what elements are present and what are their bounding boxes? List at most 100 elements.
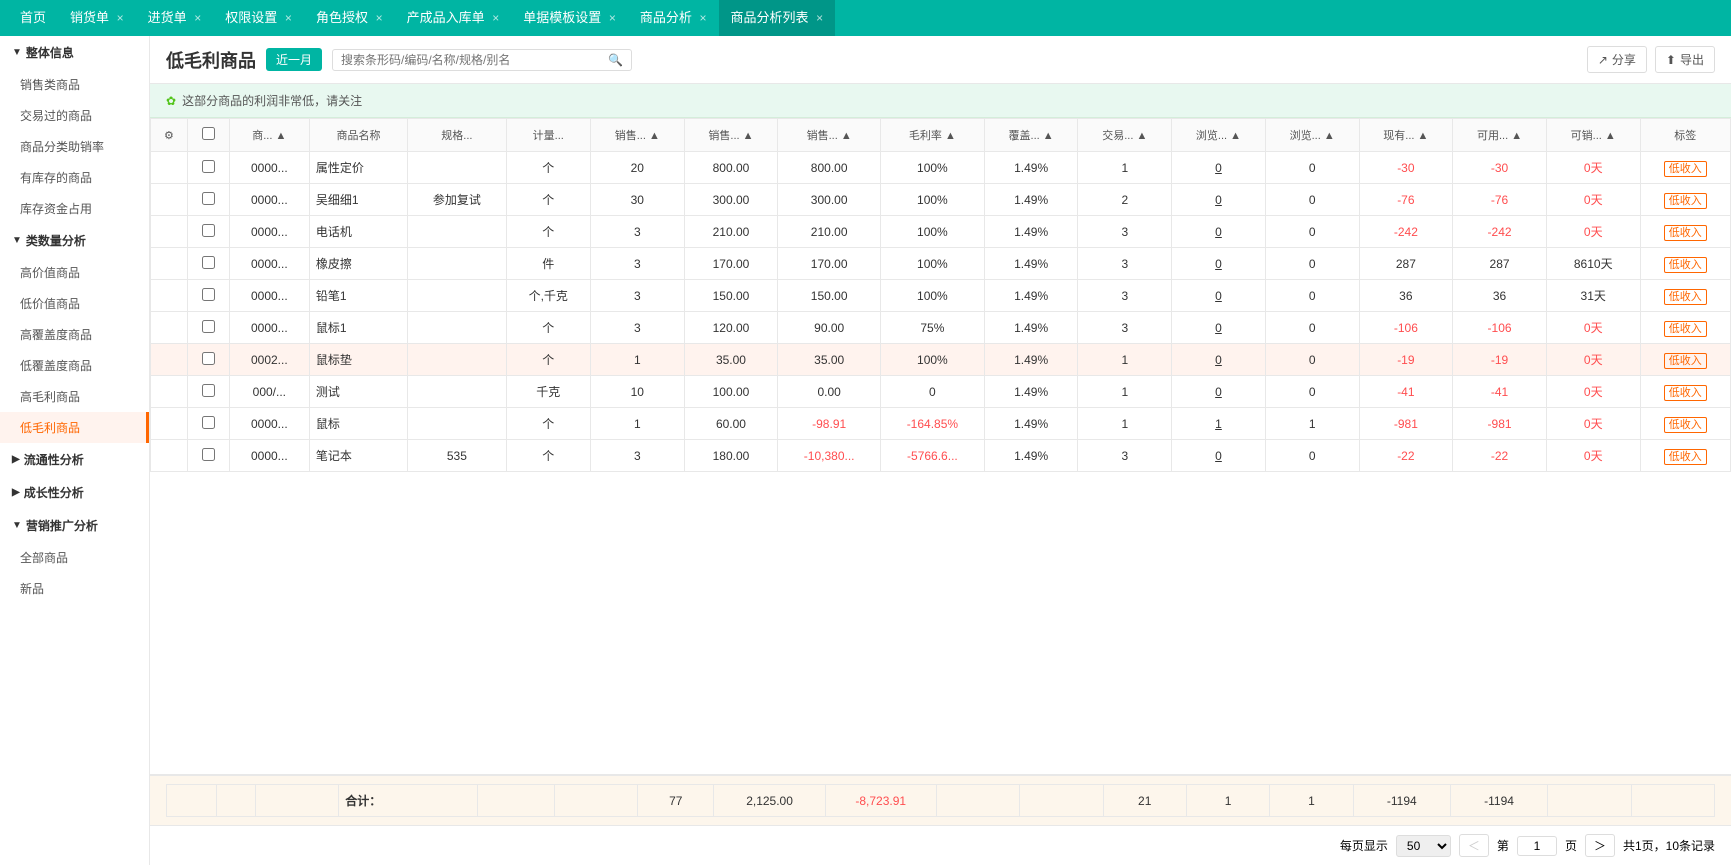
col-saleable-stock[interactable]: 可销... ▲ — [1546, 119, 1640, 152]
sidebar-group-quantity-title[interactable]: ▼ 类数量分析 — [0, 224, 149, 257]
select-all-checkbox[interactable] — [202, 127, 215, 140]
col-product-code[interactable]: 商... ▲ — [229, 119, 309, 152]
row-checkbox[interactable] — [202, 416, 215, 429]
cell-views1[interactable]: 0 — [1172, 344, 1266, 376]
sidebar-group-liquidity-title[interactable]: ▶ 流通性分析 — [0, 443, 149, 476]
cell-views1[interactable]: 0 — [1172, 184, 1266, 216]
row-checkbox[interactable] — [202, 160, 215, 173]
total-info: 共1页，10条记录 — [1623, 837, 1715, 854]
cell-checkbox[interactable] — [187, 152, 229, 184]
sidebar-item-in-stock[interactable]: 有库存的商品 — [0, 162, 149, 193]
export-button[interactable]: ⬆ 导出 — [1655, 46, 1715, 73]
sidebar-item-sales-products[interactable]: 销售类商品 — [0, 69, 149, 100]
row-checkbox[interactable] — [202, 448, 215, 461]
cell-views1[interactable]: 0 — [1172, 152, 1266, 184]
sidebar-group-marketing-title[interactable]: ▼ 营销推广分析 — [0, 509, 149, 542]
col-sales-qty[interactable]: 销售... ▲ — [590, 119, 684, 152]
cell-tag: 低收入 — [1640, 216, 1730, 248]
cell-checkbox[interactable] — [187, 376, 229, 408]
next-page-button[interactable]: ＞ — [1585, 834, 1615, 857]
sidebar-item-capital-usage[interactable]: 库存资金占用 — [0, 193, 149, 224]
sidebar-item-high-coverage[interactable]: 高覆盖度商品 — [0, 319, 149, 350]
col-current-stock[interactable]: 现有... ▲ — [1359, 119, 1453, 152]
cell-name: 鼠标 — [309, 408, 407, 440]
col-sales-amount[interactable]: 销售... ▲ — [684, 119, 778, 152]
close-icon[interactable]: × — [699, 11, 706, 25]
cell-checkbox[interactable] — [187, 248, 229, 280]
cell-views1[interactable]: 0 — [1172, 280, 1266, 312]
nav-home[interactable]: 首页 — [8, 0, 58, 36]
nav-product-analysis[interactable]: 商品分析 × — [628, 0, 719, 36]
col-checkbox[interactable] — [187, 119, 229, 152]
col-views1[interactable]: 浏览... ▲ — [1172, 119, 1266, 152]
sidebar-group-overall-title[interactable]: ▼ 整体信息 — [0, 36, 149, 69]
sidebar-group-growth-title[interactable]: ▶ 成长性分析 — [0, 476, 149, 509]
col-views2[interactable]: 浏览... ▲ — [1265, 119, 1359, 152]
cell-checkbox[interactable] — [187, 344, 229, 376]
cell-views1[interactable]: 1 — [1172, 408, 1266, 440]
close-icon[interactable]: × — [376, 11, 383, 25]
row-checkbox[interactable] — [202, 352, 215, 365]
cell-views2: 0 — [1265, 184, 1359, 216]
row-checkbox[interactable] — [202, 224, 215, 237]
cell-checkbox[interactable] — [187, 216, 229, 248]
col-spec[interactable]: 规格... — [408, 119, 506, 152]
row-checkbox[interactable] — [202, 320, 215, 333]
nav-sales-order[interactable]: 销货单 × — [58, 0, 136, 36]
cell-checkbox[interactable] — [187, 280, 229, 312]
sidebar-item-high-value[interactable]: 高价值商品 — [0, 257, 149, 288]
col-settings[interactable]: ⚙ — [151, 119, 188, 152]
close-icon[interactable]: × — [609, 11, 616, 25]
row-checkbox[interactable] — [202, 256, 215, 269]
page-size-select[interactable]: 50 20 100 — [1396, 835, 1451, 857]
close-icon[interactable]: × — [492, 11, 499, 25]
sidebar-item-low-coverage[interactable]: 低覆盖度商品 — [0, 350, 149, 381]
close-icon[interactable]: × — [285, 11, 292, 25]
sidebar-item-low-margin[interactable]: 低毛利商品 — [0, 412, 149, 443]
nav-template-settings[interactable]: 单据模板设置 × — [511, 0, 628, 36]
sidebar-item-new-products[interactable]: 新品 — [0, 573, 149, 604]
cell-checkbox[interactable] — [187, 312, 229, 344]
col-unit[interactable]: 计量... — [506, 119, 590, 152]
col-trade-count[interactable]: 交易... ▲ — [1078, 119, 1172, 152]
sidebar-item-all-products[interactable]: 全部商品 — [0, 542, 149, 573]
cell-checkbox[interactable] — [187, 408, 229, 440]
col-tag[interactable]: 标签 — [1640, 119, 1730, 152]
cell-tag: 低收入 — [1640, 440, 1730, 472]
nav-product-inbound[interactable]: 产成品入库单 × — [395, 0, 512, 36]
nav-purchase-order[interactable]: 进货单 × — [136, 0, 214, 36]
sidebar-item-traded-products[interactable]: 交易过的商品 — [0, 100, 149, 131]
share-button[interactable]: ↗ 分享 — [1587, 46, 1647, 73]
cell-settings — [151, 376, 188, 408]
cell-views1[interactable]: 0 — [1172, 248, 1266, 280]
cell-views1[interactable]: 0 — [1172, 440, 1266, 472]
prev-page-button[interactable]: ＜ — [1459, 834, 1489, 857]
nav-product-analysis-list[interactable]: 商品分析列表 × — [719, 0, 836, 36]
col-sales-profit[interactable]: 销售... ▲ — [778, 119, 881, 152]
sidebar-item-high-margin[interactable]: 高毛利商品 — [0, 381, 149, 412]
close-icon[interactable]: × — [117, 11, 124, 25]
cell-views1[interactable]: 0 — [1172, 216, 1266, 248]
cell-available-stock: -19 — [1453, 344, 1547, 376]
nav-permission[interactable]: 权限设置 × — [213, 0, 304, 36]
cell-views1[interactable]: 0 — [1172, 312, 1266, 344]
col-cover-rate[interactable]: 覆盖... ▲ — [984, 119, 1078, 152]
filter-recent-month-button[interactable]: 近一月 — [266, 48, 322, 71]
col-gross-rate[interactable]: 毛利率 ▲ — [881, 119, 985, 152]
col-product-name[interactable]: 商品名称 — [309, 119, 407, 152]
sidebar-item-low-value[interactable]: 低价值商品 — [0, 288, 149, 319]
page-number-input[interactable] — [1517, 836, 1557, 856]
sidebar-item-category-sales-rate[interactable]: 商品分类助销率 — [0, 131, 149, 162]
col-available-stock[interactable]: 可用... ▲ — [1453, 119, 1547, 152]
cell-views1[interactable]: 0 — [1172, 376, 1266, 408]
row-checkbox[interactable] — [202, 384, 215, 397]
close-icon[interactable]: × — [816, 11, 823, 25]
cell-checkbox[interactable] — [187, 440, 229, 472]
nav-role-auth[interactable]: 角色授权 × — [304, 0, 395, 36]
cell-checkbox[interactable] — [187, 184, 229, 216]
row-checkbox[interactable] — [202, 192, 215, 205]
row-checkbox[interactable] — [202, 288, 215, 301]
data-table-container[interactable]: ⚙ 商... ▲ 商品名称 规格... 计量... 销售... ▲ 销售... … — [150, 118, 1731, 774]
close-icon[interactable]: × — [194, 11, 201, 25]
search-input[interactable] — [341, 53, 608, 67]
